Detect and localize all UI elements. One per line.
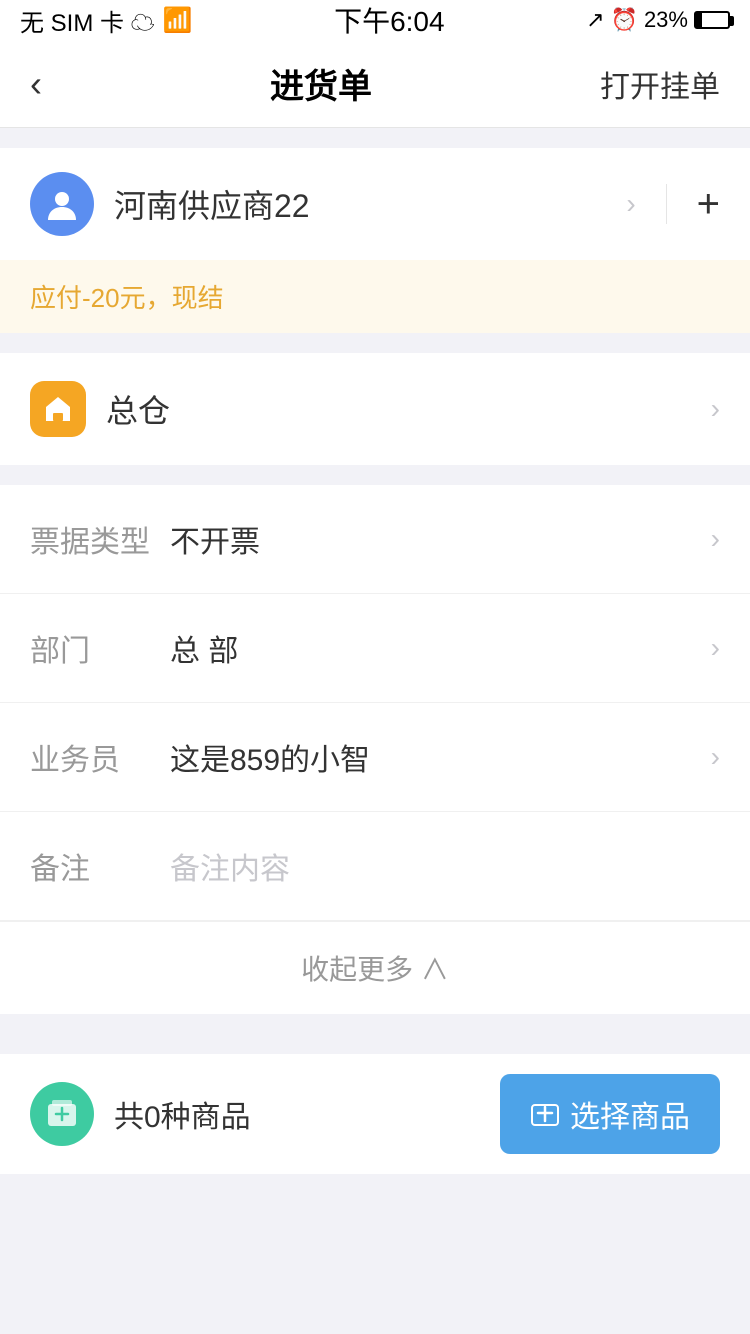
invoice-type-chevron-icon: › [711,523,720,555]
salesperson-value: 这是859的小智 [170,735,711,779]
location-icon: ↗ [586,7,604,33]
remark-label: 备注 [30,844,170,888]
supplier-chevron-icon: › [626,188,635,220]
invoice-type-label: 票据类型 [30,517,170,561]
department-row[interactable]: 部门 总 部 › [0,594,750,703]
add-supplier-button[interactable]: + [697,182,720,227]
warehouse-chevron-icon: › [711,393,720,425]
supplier-row[interactable]: 河南供应商22 › + [0,148,750,260]
warehouse-name: 总仓 [106,386,711,432]
section-gap-2 [0,333,750,353]
battery-label: 23% [644,7,688,33]
warehouse-row[interactable]: 总仓 › [0,353,750,465]
remark-row[interactable]: 备注 备注内容 [0,812,750,921]
open-pending-button[interactable]: 打开挂单 [600,62,720,106]
fields-section: 票据类型 不开票 › 部门 总 部 › 业务员 这是859的小智 › 备注 备注… [0,485,750,1014]
supplier-avatar [30,172,94,236]
no-sim-label: 无 SIM 卡 ☁ [20,3,155,38]
alarm-icon: ⏰ [611,7,638,33]
section-gap-4 [0,1014,750,1034]
collapse-button[interactable]: 收起更多 ∧ [0,921,750,1014]
status-time: 下午6:04 [334,0,445,40]
invoice-type-value: 不开票 [170,517,711,561]
warehouse-section: 总仓 › [0,353,750,465]
product-bar: 共0种商品 选择商品 [0,1054,750,1174]
nav-bar: ‹ 进货单 打开挂单 [0,40,750,128]
salesperson-chevron-icon: › [711,741,720,773]
select-product-button[interactable]: 选择商品 [500,1074,720,1154]
select-product-label: 选择商品 [570,1092,690,1136]
page-title: 进货单 [270,59,372,108]
collapse-label: 收起更多 ∧ [301,948,449,988]
invoice-type-row[interactable]: 票据类型 不开票 › [0,485,750,594]
status-left: 无 SIM 卡 ☁ 📶 [20,3,193,38]
product-icon-wrap [30,1082,94,1146]
notice-bar: 应付-20元，现结 [0,260,750,333]
department-chevron-icon: › [711,632,720,664]
supplier-section: 河南供应商22 › + 应付-20元，现结 [0,148,750,333]
section-gap-3 [0,465,750,485]
supplier-name: 河南供应商22 [114,181,626,227]
product-count: 共0种商品 [114,1092,500,1136]
salesperson-row[interactable]: 业务员 这是859的小智 › [0,703,750,812]
department-value: 总 部 [170,626,711,670]
section-gap-1 [0,128,750,148]
battery-icon [694,11,730,29]
warehouse-icon-wrap [30,381,86,437]
status-bar: 无 SIM 卡 ☁ 📶 下午6:04 ↗ ⏰ 23% [0,0,750,40]
status-right: ↗ ⏰ 23% [586,7,730,33]
wifi-icon: 📶 [163,6,193,35]
department-label: 部门 [30,626,170,670]
remark-value[interactable]: 备注内容 [170,844,720,888]
supplier-divider [666,184,667,224]
back-button[interactable]: ‹ [30,63,42,105]
salesperson-label: 业务员 [30,735,170,779]
